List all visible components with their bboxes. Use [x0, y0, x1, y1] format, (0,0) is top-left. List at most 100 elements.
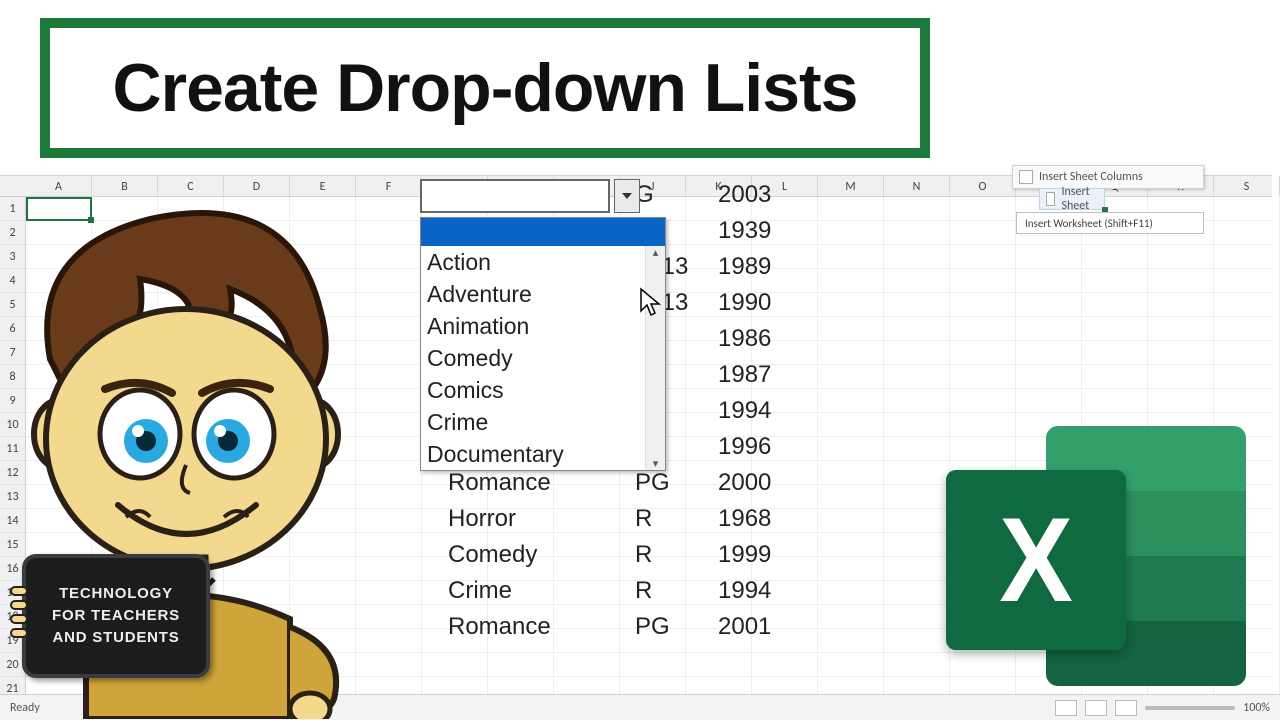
cell[interactable]: [1082, 317, 1148, 340]
column-header[interactable]: M: [818, 176, 884, 196]
cell[interactable]: [884, 341, 950, 364]
dropdown-option[interactable]: Crime: [421, 406, 665, 438]
cell[interactable]: [884, 269, 950, 292]
dropdown-cell[interactable]: [420, 179, 610, 213]
dropdown-option[interactable]: Comedy: [421, 342, 665, 374]
rating-cell[interactable]: R: [635, 577, 652, 605]
genre-cell[interactable]: Crime: [448, 577, 512, 605]
year-cell[interactable]: 1939: [718, 217, 771, 245]
zoom-slider[interactable]: [1145, 706, 1235, 710]
view-pagelayout-button[interactable]: [1085, 700, 1107, 716]
cell[interactable]: [1214, 293, 1280, 316]
cell[interactable]: [422, 653, 488, 676]
cell[interactable]: [950, 245, 1016, 268]
cell[interactable]: [1214, 221, 1280, 244]
rating-cell[interactable]: R: [635, 541, 652, 569]
dropdown-option[interactable]: Comics: [421, 374, 665, 406]
year-cell[interactable]: 1990: [718, 289, 771, 317]
dropdown-arrow-button[interactable]: [614, 179, 640, 213]
cell[interactable]: [818, 197, 884, 220]
cell[interactable]: [818, 485, 884, 508]
cell[interactable]: [818, 413, 884, 436]
cell[interactable]: [884, 485, 950, 508]
year-cell[interactable]: 2003: [718, 181, 771, 209]
cell[interactable]: [1082, 293, 1148, 316]
cell[interactable]: [818, 245, 884, 268]
cell[interactable]: [554, 485, 620, 508]
cell[interactable]: [1214, 389, 1280, 412]
column-header[interactable]: S: [1214, 176, 1280, 196]
cell[interactable]: [884, 533, 950, 556]
cell[interactable]: [1082, 389, 1148, 412]
cell[interactable]: [884, 413, 950, 436]
cell[interactable]: [620, 533, 686, 556]
dropdown-option[interactable]: Animation: [421, 310, 665, 342]
cell[interactable]: [1214, 365, 1280, 388]
cell[interactable]: [950, 293, 1016, 316]
cell[interactable]: [554, 533, 620, 556]
rating-cell[interactable]: R: [635, 505, 652, 533]
year-cell[interactable]: 1987: [718, 361, 771, 389]
cell[interactable]: [620, 581, 686, 604]
cell[interactable]: [554, 557, 620, 580]
cell[interactable]: [818, 509, 884, 532]
cell[interactable]: [1016, 269, 1082, 292]
cell[interactable]: [554, 509, 620, 532]
cell[interactable]: [884, 221, 950, 244]
cell[interactable]: [818, 221, 884, 244]
menu-insert-sheet[interactable]: Insert Sheet: [1039, 188, 1105, 210]
cell[interactable]: [818, 581, 884, 604]
cell[interactable]: [884, 389, 950, 412]
cell[interactable]: [686, 653, 752, 676]
cell[interactable]: [884, 653, 950, 676]
cell[interactable]: [884, 437, 950, 460]
cell[interactable]: [950, 317, 1016, 340]
cell[interactable]: [818, 557, 884, 580]
rating-cell[interactable]: PG: [635, 613, 670, 641]
dropdown-list[interactable]: Action Adventure Animation Comedy Comics…: [420, 217, 666, 471]
cell[interactable]: [1082, 341, 1148, 364]
cell[interactable]: [1016, 365, 1082, 388]
cell[interactable]: [1214, 317, 1280, 340]
year-cell[interactable]: 1986: [718, 325, 771, 353]
cell[interactable]: [950, 269, 1016, 292]
cell[interactable]: [1148, 269, 1214, 292]
cell[interactable]: [554, 605, 620, 628]
cell[interactable]: [488, 653, 554, 676]
cell[interactable]: [1214, 341, 1280, 364]
genre-cell[interactable]: Horror: [448, 505, 516, 533]
cell[interactable]: [884, 461, 950, 484]
year-cell[interactable]: 1968: [718, 505, 771, 533]
cell[interactable]: [1148, 293, 1214, 316]
cell[interactable]: [818, 437, 884, 460]
cell[interactable]: [950, 389, 1016, 412]
year-cell[interactable]: 1994: [718, 577, 771, 605]
menu-insert-sheet-columns[interactable]: Insert Sheet Columns: [1013, 166, 1203, 188]
dropdown-scrollbar[interactable]: ▴▾: [645, 246, 665, 470]
cell[interactable]: [1016, 293, 1082, 316]
cell[interactable]: [1016, 317, 1082, 340]
cell[interactable]: [1148, 245, 1214, 268]
cell[interactable]: [1148, 365, 1214, 388]
view-pagebreak-button[interactable]: [1115, 700, 1137, 716]
genre-cell[interactable]: Romance: [448, 613, 551, 641]
cell[interactable]: [818, 317, 884, 340]
cell[interactable]: [884, 365, 950, 388]
cell[interactable]: [818, 461, 884, 484]
dropdown-blank-selected[interactable]: [421, 218, 665, 246]
cell[interactable]: [884, 629, 950, 652]
cell[interactable]: [620, 653, 686, 676]
year-cell[interactable]: 1996: [718, 433, 771, 461]
column-header[interactable]: O: [950, 176, 1016, 196]
dropdown-option[interactable]: Adventure: [421, 278, 665, 310]
cell[interactable]: [1016, 245, 1082, 268]
cell[interactable]: [818, 605, 884, 628]
cell[interactable]: [818, 629, 884, 652]
year-cell[interactable]: 1994: [718, 397, 771, 425]
column-header[interactable]: N: [884, 176, 950, 196]
cell[interactable]: [554, 653, 620, 676]
cell[interactable]: [884, 605, 950, 628]
cell[interactable]: [1148, 389, 1214, 412]
genre-cell[interactable]: Romance: [448, 469, 551, 497]
cell[interactable]: [1082, 269, 1148, 292]
